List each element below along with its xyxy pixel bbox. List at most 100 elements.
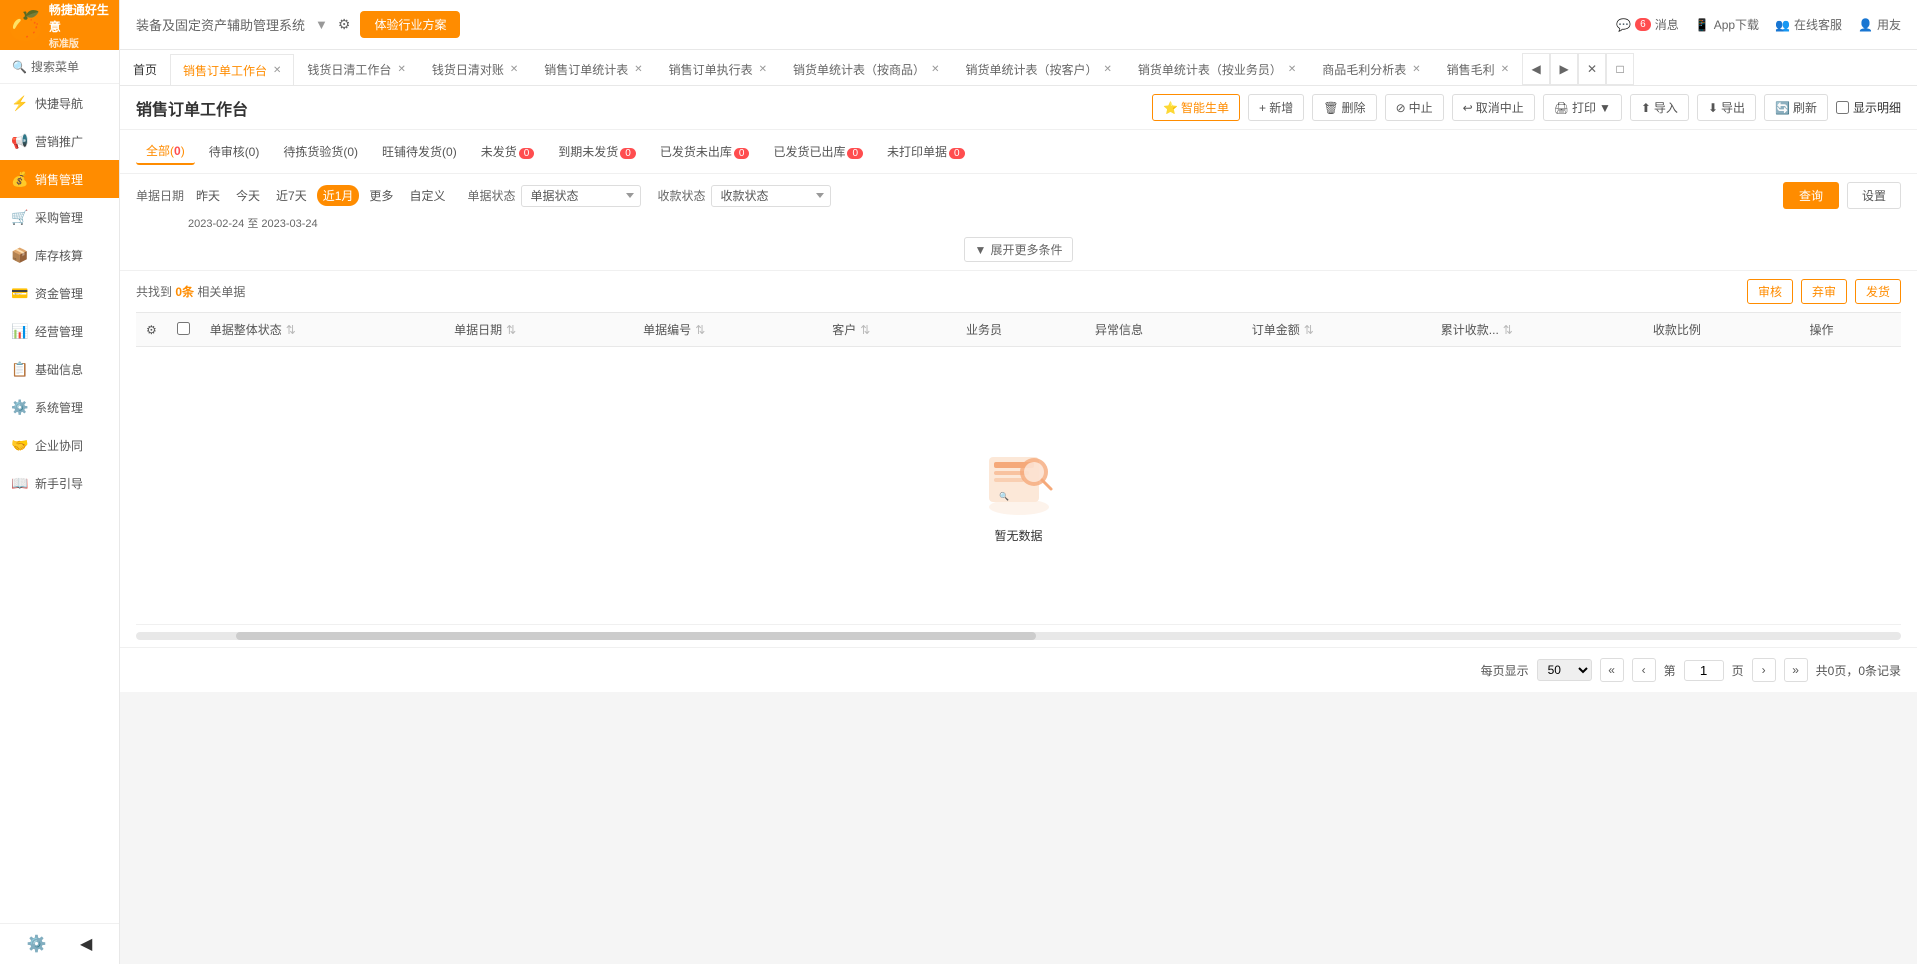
sub-tab-overdue-not-shipped[interactable]: 到期未发货0 <box>548 139 646 164</box>
show-detail-checkbox[interactable] <box>1836 101 1849 114</box>
page-first-btn[interactable]: « <box>1600 658 1624 682</box>
refresh-button[interactable]: 🔄 刷新 <box>1764 94 1828 121</box>
dropdown-icon[interactable]: ▼ <box>315 17 328 32</box>
sidebar-item-basic[interactable]: 📋 基础信息 <box>0 350 119 388</box>
ship-btn[interactable]: 发货 <box>1855 279 1901 304</box>
date-1month[interactable]: 近1月 <box>317 185 360 206</box>
sub-tab-pending-pick[interactable]: 待拣货验货(0) <box>273 139 368 164</box>
query-button[interactable]: 查询 <box>1783 182 1839 209</box>
page-prev-btn[interactable]: ‹ <box>1632 658 1656 682</box>
sidebar-bottom: ⚙️ ◀ <box>0 923 119 964</box>
cancel-audit-btn[interactable]: 弃审 <box>1801 279 1847 304</box>
select-all-checkbox[interactable] <box>177 322 190 335</box>
page-last-btn[interactable]: » <box>1784 658 1808 682</box>
export-icon: ⬇ <box>1708 101 1718 115</box>
purchase-label: 采购管理 <box>35 209 83 226</box>
page-suffix: 页 <box>1732 662 1744 679</box>
set-button[interactable]: 设置 <box>1847 182 1901 209</box>
online-service-btn[interactable]: 👥 在线客服 <box>1775 16 1842 33</box>
sidebar-item-marketing[interactable]: 📢 营销推广 <box>0 122 119 160</box>
date-more[interactable]: 更多 <box>363 185 399 206</box>
page-next-btn[interactable]: › <box>1752 658 1776 682</box>
scrollbar-thumb[interactable] <box>236 632 1036 640</box>
collapse-icon[interactable]: ◀ <box>80 934 92 954</box>
tab-sales-staff-close[interactable]: ✕ <box>1288 64 1296 75</box>
sub-tab-not-printed[interactable]: 未打印单据0 <box>877 139 975 164</box>
col-exception: 异常信息 <box>1085 313 1242 347</box>
tab-sales-order[interactable]: 销售订单工作台 ✕ <box>170 54 294 86</box>
search-menu[interactable]: 🔍 搜索菜单 <box>0 50 119 84</box>
tab-close-all-btn[interactable]: ✕ <box>1578 53 1606 85</box>
tab-sales-margin[interactable]: 销售毛利 ✕ <box>1434 53 1522 85</box>
tab-maximize-btn[interactable]: □ <box>1606 53 1634 85</box>
tab-daily-reconcile[interactable]: 钱货日清对账 ✕ <box>419 53 531 85</box>
sub-tab-all[interactable]: 全部(0) <box>136 138 195 165</box>
tab-sales-order-close[interactable]: ✕ <box>273 65 281 76</box>
audit-btn[interactable]: 审核 <box>1747 279 1793 304</box>
export-button[interactable]: ⬇ 导出 <box>1697 94 1756 121</box>
tab-sales-stats-close[interactable]: ✕ <box>634 64 642 75</box>
app-download-btn[interactable]: 📱 App下载 <box>1695 16 1759 33</box>
user-menu[interactable]: 👤 用友 <box>1858 16 1901 33</box>
tab-sales-margin-close[interactable]: ✕ <box>1501 64 1509 75</box>
sidebar-item-guide[interactable]: 📖 新手引导 <box>0 464 119 502</box>
show-detail-checkbox-label[interactable]: 显示明细 <box>1836 99 1901 116</box>
sub-tab-shop-pending-ship[interactable]: 旺铺待发货(0) <box>372 139 467 164</box>
payment-select[interactable]: 收款状态 <box>711 185 831 207</box>
tab-home[interactable]: 首页 <box>120 53 170 85</box>
message-label: 消息 <box>1655 16 1679 33</box>
settings-icon[interactable]: ⚙ <box>338 16 351 33</box>
status-select[interactable]: 单据状态 <box>521 185 641 207</box>
tab-sales-customer[interactable]: 销货单统计表（按客户） ✕ <box>952 53 1124 85</box>
settings-icon[interactable]: ⚙️ <box>27 934 47 954</box>
delete-button[interactable]: 🗑 删除 <box>1312 94 1376 121</box>
print-button[interactable]: 🖨 打印 ▼ <box>1543 94 1622 121</box>
sidebar-item-enterprise[interactable]: 🤝 企业协同 <box>0 426 119 464</box>
sub-tab-shipped-not-out[interactable]: 已发货未出库0 <box>650 139 760 164</box>
sub-tab-shipped-out[interactable]: 已发货已出库0 <box>763 139 873 164</box>
sidebar-item-sales[interactable]: 💰 销售管理 <box>0 160 119 198</box>
sidebar-item-purchase[interactable]: 🛒 采购管理 <box>0 198 119 236</box>
table-info: 共找到 0条 相关单据 <box>136 283 245 300</box>
date-7days[interactable]: 近7天 <box>270 185 313 206</box>
tab-sales-product[interactable]: 销货单统计表（按商品） ✕ <box>780 53 952 85</box>
sub-tab-pending-review[interactable]: 待审核(0) <box>199 139 270 164</box>
sidebar-item-inventory[interactable]: 📦 库存核算 <box>0 236 119 274</box>
col-settings[interactable]: ⚙ <box>136 313 167 347</box>
sidebar-item-system[interactable]: ⚙️ 系统管理 <box>0 388 119 426</box>
tab-sales-stats-label: 销售订单统计表 <box>544 61 628 78</box>
tab-prev-btn[interactable]: ◀ <box>1522 53 1550 85</box>
tab-sales-exec[interactable]: 销售订单执行表 ✕ <box>656 53 780 85</box>
expand-filter-btn[interactable]: ▼ 展开更多条件 <box>964 237 1074 262</box>
sub-tab-not-shipped[interactable]: 未发货0 <box>471 139 545 164</box>
import-button[interactable]: ⬆ 导入 <box>1630 94 1689 121</box>
tab-sales-stats[interactable]: 销售订单统计表 ✕ <box>531 53 655 85</box>
tab-sales-exec-close[interactable]: ✕ <box>759 64 767 75</box>
stop-button[interactable]: ⊘ 中止 <box>1385 94 1444 121</box>
tab-next-btn[interactable]: ▶ <box>1550 53 1578 85</box>
tab-gross-profit-close[interactable]: ✕ <box>1412 64 1420 75</box>
date-yesterday[interactable]: 昨天 <box>190 185 226 206</box>
per-page-select[interactable]: 50 20 100 <box>1537 659 1592 681</box>
col-number: 单据编号⇅ <box>633 313 822 347</box>
tab-daily-clear-close[interactable]: ✕ <box>397 64 405 75</box>
message-btn[interactable]: 💬 6 消息 <box>1616 16 1679 33</box>
sidebar-item-finance[interactable]: 💳 资金管理 <box>0 274 119 312</box>
tab-sales-staff[interactable]: 销货单统计表（按业务员） ✕ <box>1125 53 1309 85</box>
sidebar-item-operations[interactable]: 📊 经营管理 <box>0 312 119 350</box>
page-number-input[interactable] <box>1684 660 1724 681</box>
tab-daily-reconcile-close[interactable]: ✕ <box>510 64 518 75</box>
tab-daily-clear[interactable]: 钱货日清工作台 ✕ <box>294 53 418 85</box>
tab-sales-product-close[interactable]: ✕ <box>931 64 939 75</box>
industry-button[interactable]: 体验行业方案 <box>360 11 460 38</box>
date-custom[interactable]: 自定义 <box>403 185 451 206</box>
smart-generate-button[interactable]: ⭐ 智能生单 <box>1152 94 1240 121</box>
tab-gross-profit[interactable]: 商品毛利分析表 ✕ <box>1309 53 1433 85</box>
date-today[interactable]: 今天 <box>230 185 266 206</box>
col-checkbox[interactable] <box>167 313 200 347</box>
sidebar-item-quicknav[interactable]: ⚡ 快捷导航 <box>0 84 119 122</box>
horizontal-scrollbar[interactable] <box>120 625 1917 647</box>
tab-sales-customer-close[interactable]: ✕ <box>1103 64 1111 75</box>
cancel-stop-button[interactable]: ↩ 取消中止 <box>1452 94 1535 121</box>
add-button[interactable]: + 新增 <box>1248 94 1304 121</box>
